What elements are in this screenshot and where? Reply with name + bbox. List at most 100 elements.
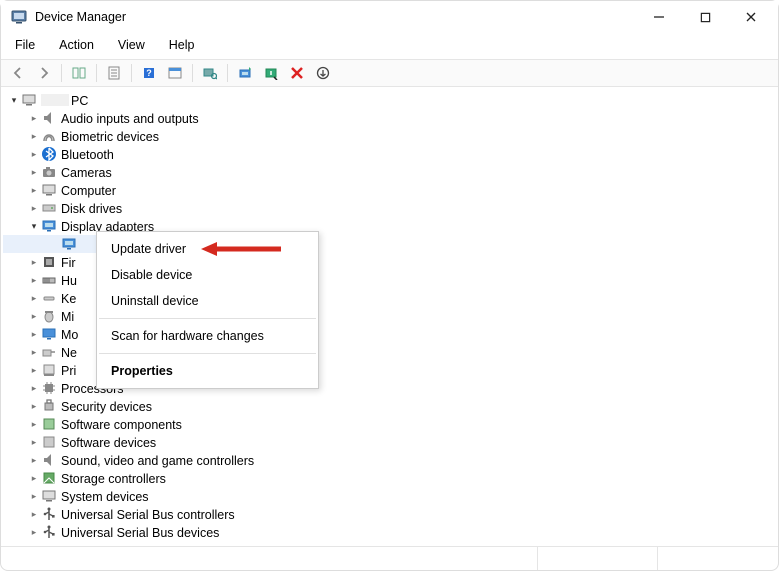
tree-category[interactable]: ▸ Biometric devices [3, 127, 778, 145]
disable-device-button[interactable] [260, 63, 282, 83]
uninstall-device-button[interactable] [286, 63, 308, 83]
show-hide-console-button[interactable] [68, 63, 90, 83]
category-icon [41, 290, 57, 306]
ctx-properties[interactable]: Properties [97, 358, 318, 384]
add-legacy-button[interactable] [312, 63, 334, 83]
category-label: Universal Serial Bus controllers [61, 507, 235, 522]
back-button[interactable] [7, 63, 29, 83]
category-icon [41, 380, 57, 396]
ctx-disable-device[interactable]: Disable device [97, 262, 318, 288]
category-icon [41, 164, 57, 180]
svg-text:?: ? [146, 68, 152, 78]
chevron-right-icon[interactable]: ▸ [27, 455, 41, 466]
category-icon [41, 308, 57, 324]
chevron-right-icon[interactable]: ▸ [27, 437, 41, 448]
category-label: Ne [61, 345, 77, 360]
action-button[interactable] [164, 63, 186, 83]
category-label: Storage controllers [61, 471, 166, 486]
tree-category[interactable]: ▸Disk drives [3, 199, 778, 217]
category-label: Fir [61, 255, 76, 270]
category-icon [41, 182, 57, 198]
category-icon [41, 398, 57, 414]
help-button[interactable]: ? [138, 63, 160, 83]
tree-category[interactable]: ▸ Software components [3, 415, 778, 433]
category-label: Bluetooth [61, 147, 114, 162]
menu-help[interactable]: Help [165, 35, 199, 55]
chevron-right-icon[interactable]: ▸ [27, 473, 41, 484]
category-label: Universal Serial Bus devices [61, 525, 219, 540]
category-icon [41, 128, 57, 144]
tree-category[interactable]: ▸ Security devices [3, 397, 778, 415]
ctx-uninstall-device[interactable]: Uninstall device [97, 288, 318, 314]
tree-category[interactable]: ▸ Bluetooth [3, 145, 778, 163]
chevron-right-icon[interactable]: ▸ [27, 329, 41, 340]
chevron-right-icon[interactable]: ▸ [27, 113, 41, 124]
chevron-right-icon[interactable]: ▸ [27, 491, 41, 502]
chevron-right-icon[interactable]: ▸ [27, 401, 41, 412]
tree-category[interactable]: ▸ Sound, video and game controllers [3, 451, 778, 469]
chevron-right-icon[interactable]: ▸ [27, 203, 41, 214]
chevron-right-icon[interactable]: ▸ [27, 275, 41, 286]
forward-button[interactable] [33, 63, 55, 83]
category-label: Biometric devices [61, 129, 159, 144]
chevron-down-icon[interactable]: ▾ [27, 221, 41, 232]
chevron-right-icon[interactable]: ▸ [27, 509, 41, 520]
menu-file[interactable]: File [11, 35, 39, 55]
tree-category[interactable]: ▸ Storage controllers [3, 469, 778, 487]
category-label: Computer [61, 183, 116, 198]
menu-view[interactable]: View [114, 35, 149, 55]
tree-category[interactable]: ▸ Computer [3, 181, 778, 199]
properties-button[interactable] [103, 63, 125, 83]
chevron-right-icon[interactable]: ▸ [27, 365, 41, 376]
scan-hardware-button[interactable] [199, 63, 221, 83]
category-icon [41, 110, 57, 126]
chevron-right-icon[interactable]: ▸ [27, 347, 41, 358]
category-label: Software components [61, 417, 182, 432]
tree-root[interactable]: ▾ PC [3, 91, 778, 109]
tree-category[interactable]: ▸ Universal Serial Bus devices [3, 523, 778, 541]
category-label: Audio inputs and outputs [61, 111, 199, 126]
category-icon [41, 506, 57, 522]
annotation-arrow [201, 241, 281, 257]
category-icon [41, 416, 57, 432]
chevron-right-icon[interactable]: ▸ [27, 419, 41, 430]
chevron-right-icon[interactable]: ▸ [27, 167, 41, 178]
category-label: System devices [61, 489, 149, 504]
ctx-scan-hardware[interactable]: Scan for hardware changes [97, 323, 318, 349]
chevron-right-icon[interactable]: ▸ [27, 311, 41, 322]
tree-category[interactable]: ▸Software devices [3, 433, 778, 451]
computer-icon [21, 92, 37, 108]
maximize-button[interactable] [682, 2, 728, 32]
menubar: File Action View Help [1, 33, 778, 60]
minimize-button[interactable] [636, 2, 682, 32]
chevron-right-icon[interactable]: ▸ [27, 293, 41, 304]
category-icon [41, 218, 57, 234]
menu-action[interactable]: Action [55, 35, 98, 55]
tree-category[interactable]: ▸ System devices [3, 487, 778, 505]
category-label: Mi [61, 309, 74, 324]
category-label: Security devices [61, 399, 152, 414]
category-icon [41, 272, 57, 288]
titlebar: Device Manager [1, 1, 778, 33]
update-driver-button[interactable] [234, 63, 256, 83]
chevron-right-icon[interactable]: ▸ [27, 383, 41, 394]
chevron-down-icon[interactable]: ▾ [7, 95, 21, 106]
root-label: PC [71, 93, 88, 108]
tree-category[interactable]: ▸ Universal Serial Bus controllers [3, 505, 778, 523]
category-icon [41, 488, 57, 504]
chevron-right-icon[interactable]: ▸ [27, 149, 41, 160]
category-icon [41, 524, 57, 540]
chevron-right-icon[interactable]: ▸ [27, 257, 41, 268]
category-label: Sound, video and game controllers [61, 453, 254, 468]
chevron-right-icon[interactable]: ▸ [27, 527, 41, 538]
tree-category[interactable]: ▸ Audio inputs and outputs [3, 109, 778, 127]
display-adapter-icon [61, 236, 77, 252]
category-icon [41, 362, 57, 378]
chevron-right-icon[interactable]: ▸ [27, 185, 41, 196]
category-icon [41, 344, 57, 360]
category-icon [41, 254, 57, 270]
chevron-right-icon[interactable]: ▸ [27, 131, 41, 142]
close-button[interactable] [728, 2, 774, 32]
statusbar [1, 546, 778, 570]
tree-category[interactable]: ▸Cameras [3, 163, 778, 181]
